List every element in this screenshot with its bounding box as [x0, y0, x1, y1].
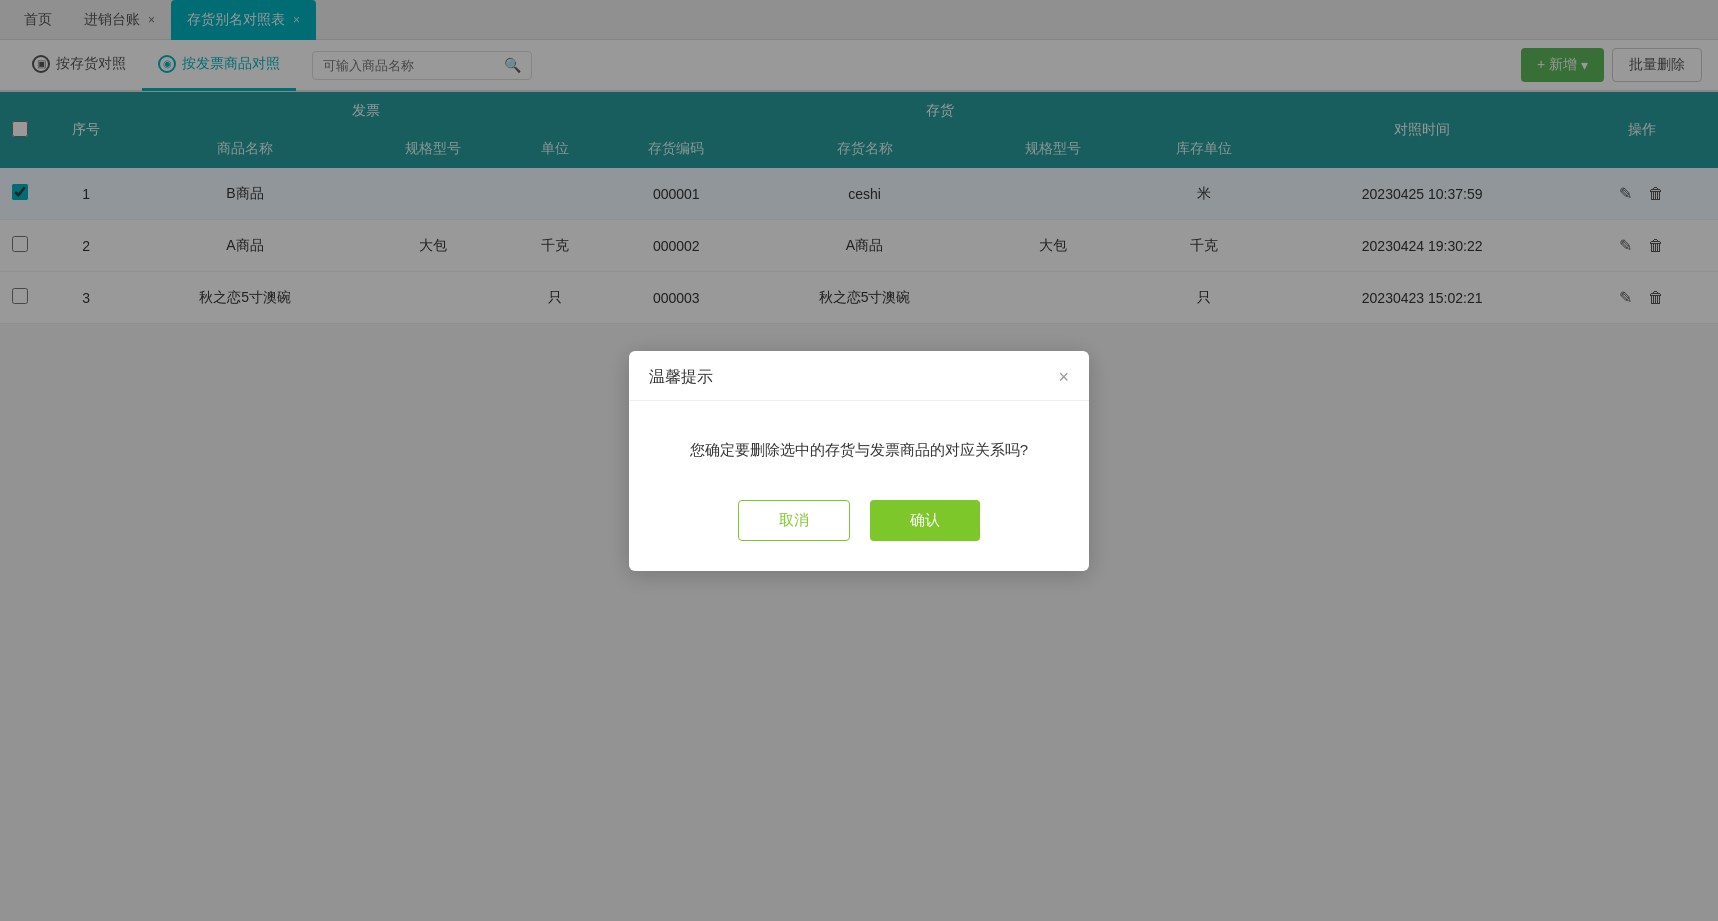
modal-overlay: 温馨提示 × 您确定要删除选中的存货与发票商品的对应关系吗? 取消 确认 — [0, 0, 1718, 324]
